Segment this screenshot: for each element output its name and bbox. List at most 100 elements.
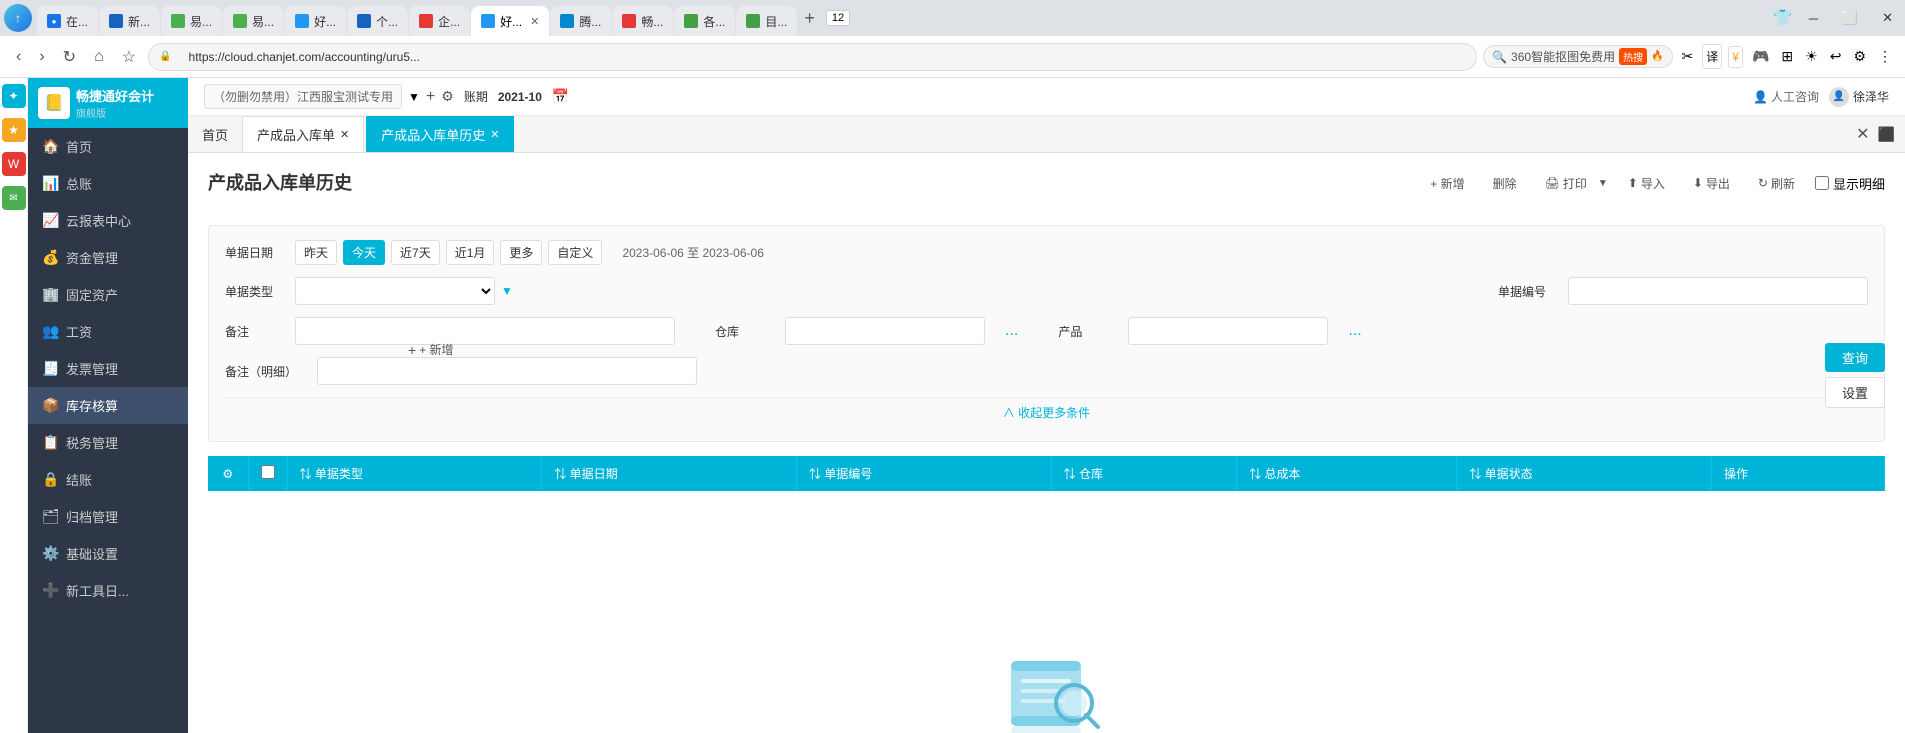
import-button[interactable]: ⬆导入 <box>1620 171 1673 196</box>
new-tab-button[interactable]: + <box>798 8 821 29</box>
tab-close-8[interactable]: ✕ <box>530 15 539 28</box>
sidebar-item-label-general: 总账 <box>66 174 92 193</box>
sidebar-item-tax[interactable]: 📋 税务管理 <box>28 424 188 461</box>
sort-status-icon[interactable]: ⇅ <box>1469 467 1481 481</box>
address-input[interactable] <box>177 43 1467 71</box>
tab-3[interactable]: 易... <box>161 6 222 36</box>
sidebar-item-inventory[interactable]: 📦 库存核算 <box>28 387 188 424</box>
sidebar-item-newbill[interactable]: ➕ 新工具日... <box>28 572 188 609</box>
query-button[interactable]: 查询 <box>1825 343 1885 372</box>
tab-1[interactable]: ● 在... <box>37 6 98 36</box>
icon-sidebar-item-1[interactable]: ✦ <box>2 84 26 108</box>
sidebar-item-reports[interactable]: 📈 云报表中心 <box>28 202 188 239</box>
refresh-content-button[interactable]: ↻刷新 <box>1750 171 1803 196</box>
page-tab-1[interactable]: 产成品入库单 ✕ <box>242 116 364 152</box>
add-button[interactable]: + 新增 <box>1422 171 1472 196</box>
sidebar-item-close[interactable]: 🔒 结账 <box>28 461 188 498</box>
col-checkbox[interactable] <box>248 456 287 491</box>
tab-11[interactable]: 各... <box>674 6 735 36</box>
back-button[interactable]: ‹ <box>10 44 27 70</box>
panel-close-btn[interactable]: ✕ <box>1856 124 1869 144</box>
undo-icon[interactable]: ↩ <box>1827 45 1845 68</box>
show-detail-checkbox[interactable] <box>1815 176 1829 190</box>
settings-nav-icon[interactable]: ⚙ <box>1850 45 1869 68</box>
scissors-icon[interactable]: ✂ <box>1679 45 1697 68</box>
sidebar-item-assets[interactable]: 🏢 固定资产 <box>28 276 188 313</box>
sort-date-icon[interactable]: ⇅ <box>554 467 566 481</box>
collapse-bar[interactable]: ∧ 收起更多条件 <box>225 397 1868 427</box>
sidebar-item-basic[interactable]: ⚙️ 基础设置 <box>28 535 188 572</box>
tab-10[interactable]: 畅... <box>612 6 673 36</box>
shirt-icon[interactable]: 👕 <box>1773 8 1793 28</box>
close-button[interactable]: ✕ <box>1874 6 1901 30</box>
note-input[interactable] <box>295 317 675 345</box>
account-dropdown-icon[interactable]: ▼ <box>408 90 420 104</box>
sidebar-item-general[interactable]: 📊 总账 <box>28 165 188 202</box>
gear-col-icon[interactable]: ⚙ <box>222 467 233 481</box>
sidebar-item-funds[interactable]: 💰 资金管理 <box>28 239 188 276</box>
add-toolbar-button[interactable]: + + 新增 <box>408 341 454 358</box>
add-account-btn[interactable]: + <box>426 88 435 106</box>
minimize-button[interactable]: ─ <box>1801 7 1826 30</box>
page-tab-2[interactable]: 产成品入库单历史 ✕ <box>366 116 514 152</box>
warehouse-input[interactable] <box>785 317 985 345</box>
tab-6[interactable]: 个... <box>347 6 408 36</box>
icon-sidebar-item-2[interactable]: ★ <box>2 118 26 142</box>
page-tab-2-close[interactable]: ✕ <box>490 128 499 141</box>
game-icon[interactable]: 🎮 <box>1749 45 1772 68</box>
home-nav-button[interactable]: ⌂ <box>88 44 110 70</box>
product-dots[interactable]: ... <box>1348 322 1361 340</box>
print-button[interactable]: 🖨打印 <box>1537 171 1595 196</box>
sidebar-item-payroll[interactable]: 👥 工资 <box>28 313 188 350</box>
btn-1month[interactable]: 近1月 <box>446 240 495 265</box>
btn-custom[interactable]: 自定义 <box>548 240 602 265</box>
delete-button[interactable]: 删除 <box>1485 171 1525 196</box>
tab-5[interactable]: 好... <box>285 6 346 36</box>
tab-9[interactable]: 腾... <box>550 6 611 36</box>
grid-icon[interactable]: ⊞ <box>1778 45 1796 68</box>
print-dropdown-icon[interactable]: ▼ <box>1598 178 1608 189</box>
sidebar-item-home[interactable]: 🏠 首页 <box>28 128 188 165</box>
translate-icon[interactable]: 译 <box>1702 44 1722 69</box>
tab-4[interactable]: 易... <box>223 6 284 36</box>
sidebar-item-invoice[interactable]: 🧾 发票管理 <box>28 350 188 387</box>
tab-12[interactable]: 目... <box>736 6 797 36</box>
sidebar-item-archive[interactable]: 🗂 归档管理 <box>28 498 188 535</box>
sort-cost-icon[interactable]: ⇅ <box>1249 467 1261 481</box>
more-icon[interactable]: ⋮ <box>1875 45 1895 68</box>
yuan-icon[interactable]: ¥ <box>1728 46 1743 68</box>
icon-sidebar-item-4[interactable]: ✉ <box>2 186 26 210</box>
consult-button[interactable]: 👤 人工咨询 <box>1753 88 1819 105</box>
btn-yesterday[interactable]: 昨天 <box>295 240 337 265</box>
tab-8[interactable]: 好... ✕ <box>471 6 549 36</box>
col-gear[interactable]: ⚙ <box>208 456 248 491</box>
product-input[interactable] <box>1128 317 1328 345</box>
icon-sidebar-item-3[interactable]: W <box>2 152 26 176</box>
maximize-button[interactable]: ⬜ <box>1834 6 1866 30</box>
sort-number-icon[interactable]: ⇅ <box>809 467 821 481</box>
btn-7days[interactable]: 近7天 <box>391 240 440 265</box>
forward-button[interactable]: › <box>33 44 50 70</box>
tab-7[interactable]: 企... <box>409 6 470 36</box>
tab-2[interactable]: 新... <box>99 6 160 36</box>
breadcrumb-home[interactable]: 首页 <box>188 117 242 152</box>
bookmark-button[interactable]: ☆ <box>116 43 142 71</box>
settings-filter-button[interactable]: 设置 <box>1825 377 1885 408</box>
refresh-nav-button[interactable]: ↻ <box>57 43 82 71</box>
btn-more[interactable]: 更多 <box>500 240 542 265</box>
warehouse-dots[interactable]: ... <box>1005 322 1018 340</box>
btn-today[interactable]: 今天 <box>343 240 385 265</box>
select-all-checkbox[interactable] <box>261 465 275 479</box>
sort-type-icon[interactable]: ⇅ <box>300 467 312 481</box>
theme-icon[interactable]: ☀ <box>1802 45 1821 68</box>
settings-account-icon[interactable]: ⚙ <box>441 88 454 105</box>
period-calendar-icon[interactable]: 📅 <box>552 88 569 105</box>
panel-expand-btn[interactable]: ⬛ <box>1878 126 1895 143</box>
export-button[interactable]: ⬇导出 <box>1685 171 1738 196</box>
detail-note-input[interactable] <box>317 357 697 385</box>
num-input[interactable] <box>1568 277 1868 305</box>
type-select[interactable] <box>295 277 495 305</box>
page-tab-1-close[interactable]: ✕ <box>340 128 349 141</box>
sort-warehouse-icon[interactable]: ⇅ <box>1064 467 1076 481</box>
general-icon: 📊 <box>42 175 58 192</box>
